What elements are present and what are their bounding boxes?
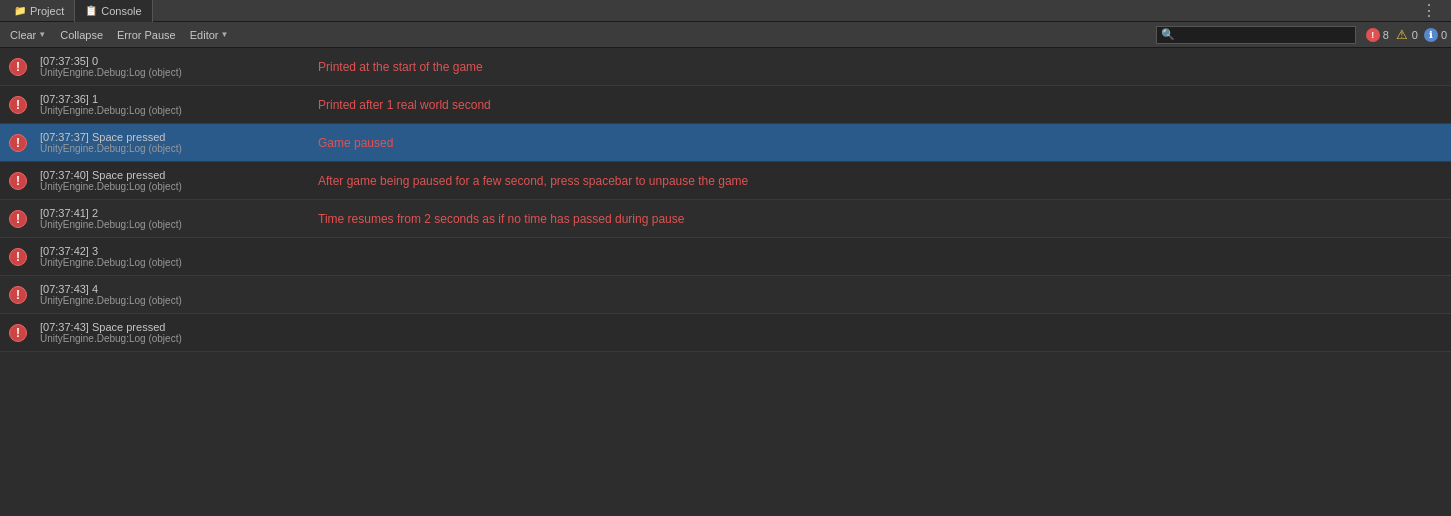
log-message: Printed at the start of the game xyxy=(310,50,1447,83)
error-count: 8 xyxy=(1383,29,1389,41)
clear-label: Clear xyxy=(10,29,36,41)
log-message xyxy=(310,278,1447,311)
log-row[interactable]: ! [07:37:43] Space pressed UnityEngine.D… xyxy=(0,314,1451,352)
tab-project[interactable]: 📁 Project xyxy=(4,0,75,22)
log-source: UnityEngine.Debug:Log (object) xyxy=(40,67,310,78)
log-left: [07:37:41] 2 UnityEngine.Debug:Log (obje… xyxy=(40,202,310,235)
log-left: [07:37:35] 0 UnityEngine.Debug:Log (obje… xyxy=(40,50,310,83)
log-timestamp: [07:37:41] 2 xyxy=(40,207,310,219)
tab-bar-right: ⋮ xyxy=(1417,1,1447,20)
log-source: UnityEngine.Debug:Log (object) xyxy=(40,295,310,306)
log-error-icon: ! xyxy=(9,134,27,152)
log-content: [07:37:40] Space pressed UnityEngine.Deb… xyxy=(36,162,1451,199)
console-area[interactable]: ! [07:37:35] 0 UnityEngine.Debug:Log (ob… xyxy=(0,48,1451,516)
log-icon-cell: ! xyxy=(0,124,36,161)
info-count: 0 xyxy=(1441,29,1447,41)
console-icon: 📋 xyxy=(85,5,97,16)
tab-console[interactable]: 📋 Console xyxy=(75,0,152,22)
log-timestamp: [07:37:43] Space pressed xyxy=(40,321,310,333)
clear-dropdown-arrow: ▼ xyxy=(38,30,46,39)
log-icon-cell: ! xyxy=(0,200,36,237)
log-message xyxy=(310,240,1447,273)
counter-group: ! 8 ⚠ 0 ℹ 0 xyxy=(1366,28,1447,42)
log-message: Printed after 1 real world second xyxy=(310,88,1447,121)
log-content: [07:37:35] 0 UnityEngine.Debug:Log (obje… xyxy=(36,48,1451,85)
log-icon-cell: ! xyxy=(0,162,36,199)
log-error-icon: ! xyxy=(9,286,27,304)
editor-button[interactable]: Editor ▼ xyxy=(184,25,235,45)
editor-label: Editor xyxy=(190,29,219,41)
editor-dropdown-arrow: ▼ xyxy=(220,30,228,39)
log-row[interactable]: ! [07:37:37] Space pressed UnityEngine.D… xyxy=(0,124,1451,162)
log-icon-cell: ! xyxy=(0,48,36,85)
log-source: UnityEngine.Debug:Log (object) xyxy=(40,257,310,268)
log-content: [07:37:36] 1 UnityEngine.Debug:Log (obje… xyxy=(36,86,1451,123)
log-message: Game paused xyxy=(310,126,1447,159)
log-row[interactable]: ! [07:37:42] 3 UnityEngine.Debug:Log (ob… xyxy=(0,238,1451,276)
log-message xyxy=(310,316,1447,349)
log-error-icon: ! xyxy=(9,324,27,342)
log-left: [07:37:36] 1 UnityEngine.Debug:Log (obje… xyxy=(40,88,310,121)
collapse-button[interactable]: Collapse xyxy=(54,25,109,45)
tab-bar: 📁 Project 📋 Console ⋮ xyxy=(0,0,1451,22)
error-pause-button[interactable]: Error Pause xyxy=(111,25,182,45)
log-error-icon: ! xyxy=(9,248,27,266)
log-timestamp: [07:37:40] Space pressed xyxy=(40,169,310,181)
log-source: UnityEngine.Debug:Log (object) xyxy=(40,219,310,230)
log-error-icon: ! xyxy=(9,210,27,228)
log-content: [07:37:43] 4 UnityEngine.Debug:Log (obje… xyxy=(36,276,1451,313)
log-error-icon: ! xyxy=(9,172,27,190)
log-message: After game being paused for a few second… xyxy=(310,164,1447,197)
log-left: [07:37:43] Space pressed UnityEngine.Deb… xyxy=(40,316,310,349)
info-counter[interactable]: ℹ 0 xyxy=(1424,28,1447,42)
log-error-icon: ! xyxy=(9,58,27,76)
log-error-icon: ! xyxy=(9,96,27,114)
search-box[interactable]: 🔍 xyxy=(1156,26,1356,44)
log-message: Time resumes from 2 seconds as if no tim… xyxy=(310,202,1447,235)
log-content: [07:37:43] Space pressed UnityEngine.Deb… xyxy=(36,314,1451,351)
log-timestamp: [07:37:43] 4 xyxy=(40,283,310,295)
log-icon-cell: ! xyxy=(0,276,36,313)
search-input[interactable] xyxy=(1178,29,1351,41)
warning-icon: ⚠ xyxy=(1395,28,1409,42)
log-content: [07:37:42] 3 UnityEngine.Debug:Log (obje… xyxy=(36,238,1451,275)
error-counter[interactable]: ! 8 xyxy=(1366,28,1389,42)
clear-button[interactable]: Clear ▼ xyxy=(4,25,52,45)
project-icon: 📁 xyxy=(14,5,26,16)
log-icon-cell: ! xyxy=(0,314,36,351)
log-content: [07:37:41] 2 UnityEngine.Debug:Log (obje… xyxy=(36,200,1451,237)
warning-counter[interactable]: ⚠ 0 xyxy=(1395,28,1418,42)
log-source: UnityEngine.Debug:Log (object) xyxy=(40,143,310,154)
kebab-menu-button[interactable]: ⋮ xyxy=(1417,1,1441,20)
log-icon-cell: ! xyxy=(0,238,36,275)
error-pause-label: Error Pause xyxy=(117,29,176,41)
log-source: UnityEngine.Debug:Log (object) xyxy=(40,333,310,344)
log-left: [07:37:40] Space pressed UnityEngine.Deb… xyxy=(40,164,310,197)
log-left: [07:37:37] Space pressed UnityEngine.Deb… xyxy=(40,126,310,159)
tab-console-label: Console xyxy=(101,5,141,17)
tab-project-label: Project xyxy=(30,5,64,17)
log-timestamp: [07:37:42] 3 xyxy=(40,245,310,257)
toolbar: Clear ▼ Collapse Error Pause Editor ▼ 🔍 … xyxy=(0,22,1451,48)
log-timestamp: [07:37:36] 1 xyxy=(40,93,310,105)
error-icon: ! xyxy=(1366,28,1380,42)
collapse-label: Collapse xyxy=(60,29,103,41)
search-icon: 🔍 xyxy=(1161,28,1175,41)
log-source: UnityEngine.Debug:Log (object) xyxy=(40,105,310,116)
log-timestamp: [07:37:35] 0 xyxy=(40,55,310,67)
log-row[interactable]: ! [07:37:36] 1 UnityEngine.Debug:Log (ob… xyxy=(0,86,1451,124)
log-row[interactable]: ! [07:37:35] 0 UnityEngine.Debug:Log (ob… xyxy=(0,48,1451,86)
log-left: [07:37:43] 4 UnityEngine.Debug:Log (obje… xyxy=(40,278,310,311)
log-content: [07:37:37] Space pressed UnityEngine.Deb… xyxy=(36,124,1451,161)
log-timestamp: [07:37:37] Space pressed xyxy=(40,131,310,143)
log-icon-cell: ! xyxy=(0,86,36,123)
log-row[interactable]: ! [07:37:43] 4 UnityEngine.Debug:Log (ob… xyxy=(0,276,1451,314)
log-source: UnityEngine.Debug:Log (object) xyxy=(40,181,310,192)
log-row[interactable]: ! [07:37:41] 2 UnityEngine.Debug:Log (ob… xyxy=(0,200,1451,238)
log-row[interactable]: ! [07:37:40] Space pressed UnityEngine.D… xyxy=(0,162,1451,200)
warning-count: 0 xyxy=(1412,29,1418,41)
info-icon: ℹ xyxy=(1424,28,1438,42)
log-left: [07:37:42] 3 UnityEngine.Debug:Log (obje… xyxy=(40,240,310,273)
